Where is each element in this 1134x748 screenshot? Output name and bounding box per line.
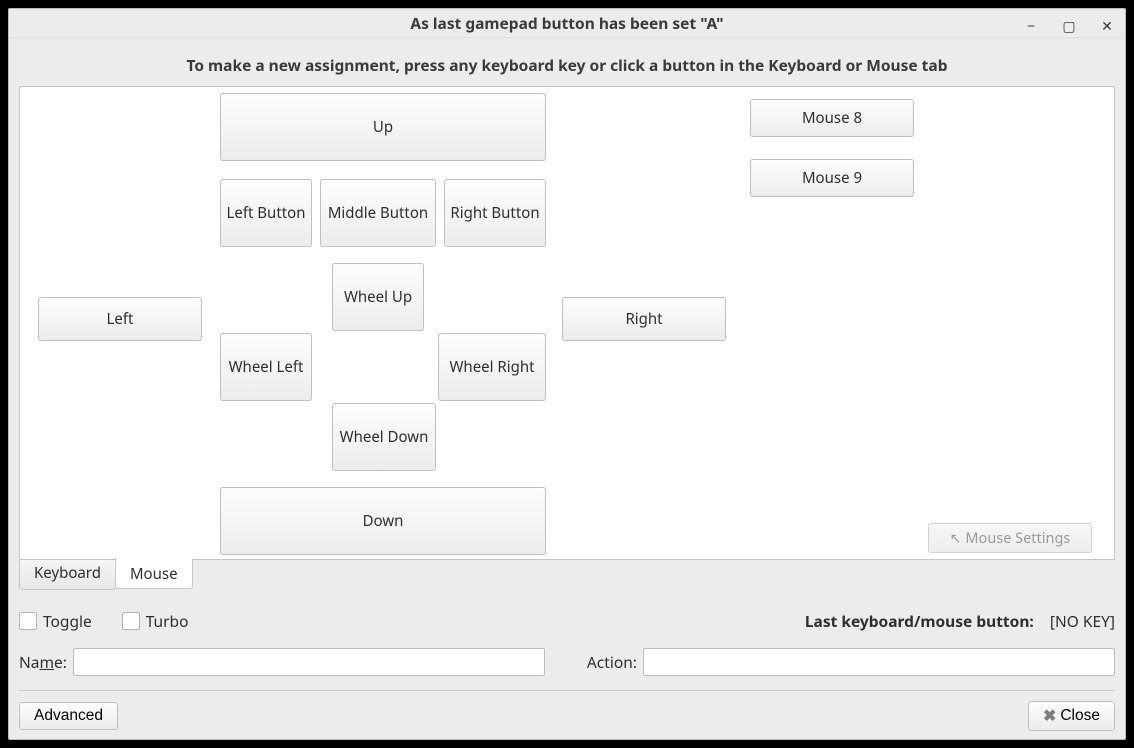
advanced-label: Advanced <box>34 707 103 725</box>
mouse-down-button[interactable]: Down <box>220 487 546 555</box>
tab-strip: Keyboard Mouse <box>19 559 1115 590</box>
mouse-up-button[interactable]: Up <box>220 93 546 161</box>
mouse-left-button[interactable]: Left Button <box>220 179 312 247</box>
wheel-up-button[interactable]: Wheel Up <box>332 263 424 331</box>
toggle-row: Toggle Turbo Last keyboard/mouse button:… <box>19 610 1115 632</box>
window-controls: − ▢ ✕ <box>1019 9 1119 43</box>
mouse-9-button[interactable]: Mouse 9 <box>750 159 914 197</box>
close-icon: ✖ <box>1043 706 1056 726</box>
cursor-icon: ↖ <box>950 529 962 548</box>
wheel-right-button[interactable]: Wheel Right <box>438 333 546 401</box>
last-key-display: Last keyboard/mouse button: [NO KEY] <box>805 610 1115 632</box>
mouse-settings-label: Mouse Settings <box>965 528 1070 548</box>
instruction-text: To make a new assignment, press any keyb… <box>19 54 1115 76</box>
close-window-icon[interactable]: ✕ <box>1095 14 1119 38</box>
mouse-8-button[interactable]: Mouse 8 <box>750 99 914 137</box>
name-input[interactable] <box>73 648 545 676</box>
move-left-button[interactable]: Left <box>38 297 202 341</box>
tab-mouse[interactable]: Mouse <box>115 558 193 589</box>
advanced-button[interactable]: Advanced <box>19 702 118 730</box>
mouse-settings-button: ↖ Mouse Settings <box>928 523 1092 553</box>
wheel-down-button[interactable]: Wheel Down <box>332 403 436 471</box>
window-title: As last gamepad button has been set "A" <box>410 12 723 34</box>
action-label: Action: <box>587 651 637 673</box>
toggle-label: Toggle <box>43 610 92 632</box>
content-area: To make a new assignment, press any keyb… <box>9 38 1125 739</box>
action-input[interactable] <box>643 648 1115 676</box>
bottom-button-row: Advanced ✖ Close <box>19 701 1115 731</box>
maximize-icon[interactable]: ▢ <box>1057 14 1081 38</box>
turbo-checkbox[interactable] <box>122 612 140 630</box>
mouse-right-button[interactable]: Right Button <box>444 179 546 247</box>
mouse-middle-button[interactable]: Middle Button <box>320 179 436 247</box>
wheel-left-button[interactable]: Wheel Left <box>220 333 312 401</box>
tab-panel-mouse: Up Left Button Middle Button Right Butto… <box>19 86 1115 560</box>
name-action-row: Name: Action: <box>19 648 1115 676</box>
tab-keyboard[interactable]: Keyboard <box>19 559 116 590</box>
titlebar[interactable]: As last gamepad button has been set "A" … <box>9 9 1125 38</box>
dialog-window: As last gamepad button has been set "A" … <box>8 8 1126 740</box>
toggle-checkbox[interactable] <box>19 612 37 630</box>
close-label: Close <box>1060 707 1100 725</box>
turbo-label: Turbo <box>146 610 189 632</box>
name-label: Name: <box>19 651 67 673</box>
last-key-label: Last keyboard/mouse button: <box>805 610 1034 632</box>
move-right-button[interactable]: Right <box>562 297 726 341</box>
separator <box>19 690 1115 691</box>
last-key-value: [NO KEY] <box>1050 610 1115 632</box>
close-button[interactable]: ✖ Close <box>1028 701 1115 731</box>
minimize-icon[interactable]: − <box>1019 14 1043 38</box>
